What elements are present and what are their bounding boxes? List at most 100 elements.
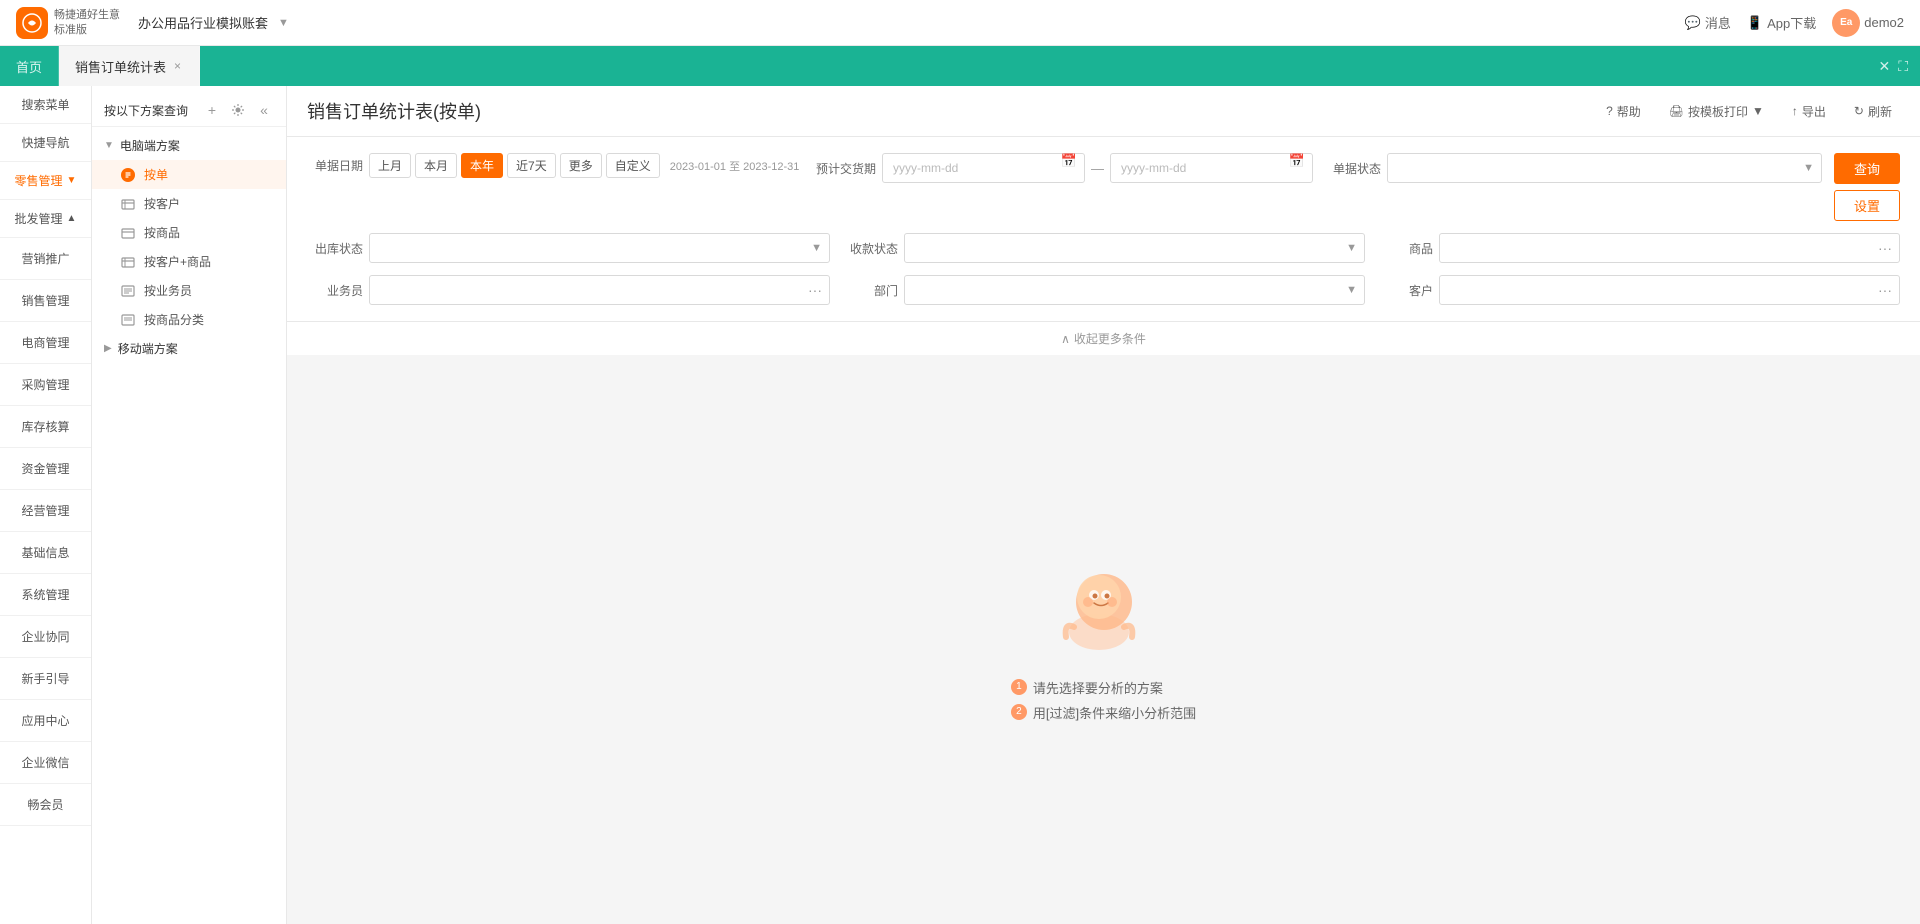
collapse-up-icon: ∧ <box>1061 332 1070 346</box>
date-btn-7days[interactable]: 近7天 <box>507 153 556 178</box>
mobile-group-header[interactable]: ▶ 移动端方案 <box>92 334 286 363</box>
scheme-label-cust-prod: 按客户+商品 <box>144 253 211 270</box>
group-expand-icon: ▼ <box>104 140 114 151</box>
settings-button[interactable]: 设置 <box>1834 190 1900 221</box>
sidebar-expand-icon: ▼ <box>67 175 77 186</box>
sidebar-item-basic[interactable]: 基础信息 <box>0 532 91 574</box>
sidebar-item-finance[interactable]: 资金管理 <box>0 448 91 490</box>
date-btn-more[interactable]: 更多 <box>560 153 602 178</box>
scheme-label-salesperson: 按业务员 <box>144 282 192 299</box>
sidebar-item-cooperation[interactable]: 企业协同 <box>0 616 91 658</box>
sidebar-item-operation[interactable]: 经营管理 <box>0 490 91 532</box>
customer-input[interactable] <box>1439 275 1900 305</box>
user-menu[interactable]: Ea demo2 <box>1832 9 1904 37</box>
scheme-label-category: 按商品分类 <box>144 311 204 328</box>
sidebar-item-purchase[interactable]: 采购管理 <box>0 364 91 406</box>
expected-date-label: 预计交货期 <box>816 160 876 177</box>
department-label: 部门 <box>842 282 898 299</box>
sidebar-item-appcenter[interactable]: 应用中心 <box>0 700 91 742</box>
refresh-button[interactable]: ↻ 刷新 <box>1846 99 1900 124</box>
dispatch-input[interactable] <box>369 233 830 263</box>
salesperson-more-icon[interactable]: ··· <box>808 282 822 298</box>
scheme-by-salesperson[interactable]: 按业务员 <box>92 276 286 305</box>
date-btn-this-year[interactable]: 本年 <box>461 153 503 178</box>
sidebar-item-search-menu[interactable]: 搜索菜单 <box>0 86 91 124</box>
goods-input[interactable] <box>1439 233 1900 263</box>
scheme-by-customer[interactable]: 按客户 <box>92 189 286 218</box>
sidebar-item-inventory[interactable]: 库存核算 <box>0 406 91 448</box>
scheme-by-cust-prod[interactable]: 按客户+商品 <box>92 247 286 276</box>
settings-scheme-button[interactable] <box>228 100 248 120</box>
dispatch-label: 出库状态 <box>307 240 363 257</box>
sidebar-collapse-icon: ▲ <box>67 213 77 224</box>
message-icon: 💬 <box>1685 15 1701 31</box>
sidebar-item-marketing[interactable]: 营销推广 <box>0 238 91 280</box>
query-button[interactable]: 查询 <box>1834 153 1900 184</box>
scheme-by-category[interactable]: 按商品分类 <box>92 305 286 334</box>
expected-date-start[interactable] <box>882 153 1085 183</box>
scheme-by-order[interactable]: 按单 <box>92 160 286 189</box>
scheme-icon-salesperson <box>120 283 136 299</box>
pc-group-label: 电脑端方案 <box>120 137 180 154</box>
empty-hint-2: 2 用[过滤]条件来缩小分析范围 <box>1011 703 1196 722</box>
sidebar-item-wholesale[interactable]: 批发管理 ▲ <box>0 200 91 238</box>
sidebar-item-wechat[interactable]: 企业微信 <box>0 742 91 784</box>
hint-num-1: 1 <box>1011 679 1027 695</box>
empty-hints: 1 请先选择要分析的方案 2 用[过滤]条件来缩小分析范围 <box>1011 678 1196 728</box>
date-btn-last-month[interactable]: 上月 <box>369 153 411 178</box>
department-input[interactable] <box>904 275 1365 305</box>
dropdown-arrow-icon[interactable]: ▼ <box>278 17 289 29</box>
payment-input[interactable] <box>904 233 1365 263</box>
window-close-button[interactable]: ✕ <box>1878 58 1890 75</box>
customer-more-icon[interactable]: ··· <box>1878 282 1892 298</box>
help-button[interactable]: ? 帮助 <box>1598 99 1649 124</box>
logo-icon <box>16 7 48 39</box>
page-title: 销售订单统计表(按单) <box>307 98 481 136</box>
sidebar-item-quick-nav[interactable]: 快捷导航 <box>0 124 91 162</box>
tab-bar-right: ✕ ⛶ <box>1866 46 1920 86</box>
scheme-by-product[interactable]: 按商品 <box>92 218 286 247</box>
add-scheme-button[interactable]: + <box>202 100 222 120</box>
right-panel: 销售订单统计表(按单) ? 帮助 🖨 按模板打印 ▼ ↑ 导出 <box>287 86 1920 924</box>
top-navbar: 畅捷通好生意 标准版 办公用品行业模拟账套 ▼ 💬 消息 📱 App下载 Ea … <box>0 0 1920 46</box>
hint-num-2: 2 <box>1011 704 1027 720</box>
sidebar-item-sales[interactable]: 销售管理 <box>0 280 91 322</box>
sidebar-item-newguide[interactable]: 新手引导 <box>0 658 91 700</box>
expected-date-end[interactable] <box>1110 153 1313 183</box>
app-download-button[interactable]: 📱 App下载 <box>1747 13 1816 32</box>
sidebar-item-member[interactable]: 畅会员 <box>0 784 91 826</box>
print-icon: 🖨 <box>1669 104 1684 118</box>
tab-sales-stats[interactable]: 销售订单统计表 × <box>59 46 200 86</box>
sidebar-item-retail[interactable]: 零售管理 ▼ <box>0 162 91 200</box>
date-btn-custom[interactable]: 自定义 <box>606 153 660 178</box>
logo-text: 畅捷通好生意 标准版 <box>54 8 120 37</box>
nav-right: 💬 消息 📱 App下载 Ea demo2 <box>1685 9 1904 37</box>
tab-close-button[interactable]: × <box>172 57 183 75</box>
goods-more-icon[interactable]: ··· <box>1878 240 1892 256</box>
logo-area: 畅捷通好生意 标准版 <box>16 7 120 39</box>
mobile-group-expand-icon: ▶ <box>104 343 112 354</box>
collapse-bar[interactable]: ∧ 收起更多条件 <box>287 321 1920 355</box>
salesperson-input[interactable] <box>369 275 830 305</box>
sidebar-item-system[interactable]: 系统管理 <box>0 574 91 616</box>
refresh-icon: ↻ <box>1854 104 1864 118</box>
pc-group-header[interactable]: ▼ 电脑端方案 <box>92 131 286 160</box>
status-input[interactable] <box>1387 153 1822 183</box>
panel-toolbar: 按以下方案查询 + « <box>92 94 286 127</box>
date-range-text: 2023-01-01 至 2023-12-31 <box>670 158 800 174</box>
export-button[interactable]: ↑ 导出 <box>1784 99 1834 124</box>
tab-home[interactable]: 首页 <box>0 46 59 86</box>
scheme-label-customer: 按客户 <box>144 195 180 212</box>
print-button[interactable]: 🖨 按模板打印 ▼ <box>1661 99 1772 124</box>
window-expand-button[interactable]: ⛶ <box>1898 58 1908 75</box>
filter-area: 单据日期 上月 本月 本年 近7天 更多 自定义 2023-01-01 至 20… <box>287 137 1920 321</box>
pc-scheme-group: ▼ 电脑端方案 按单 按客户 <box>92 131 286 334</box>
message-button[interactable]: 💬 消息 <box>1685 13 1731 32</box>
page-header: 销售订单统计表(按单) ? 帮助 🖨 按模板打印 ▼ ↑ 导出 <box>287 86 1920 137</box>
payment-label: 收款状态 <box>842 240 898 257</box>
date-btn-this-month[interactable]: 本月 <box>415 153 457 178</box>
empty-state: 1 请先选择要分析的方案 2 用[过滤]条件来缩小分析范围 <box>287 355 1920 924</box>
collapse-panel-button[interactable]: « <box>254 100 274 120</box>
sidebar-item-ecommerce[interactable]: 电商管理 <box>0 322 91 364</box>
nav-left: 畅捷通好生意 标准版 办公用品行业模拟账套 ▼ <box>16 7 289 39</box>
